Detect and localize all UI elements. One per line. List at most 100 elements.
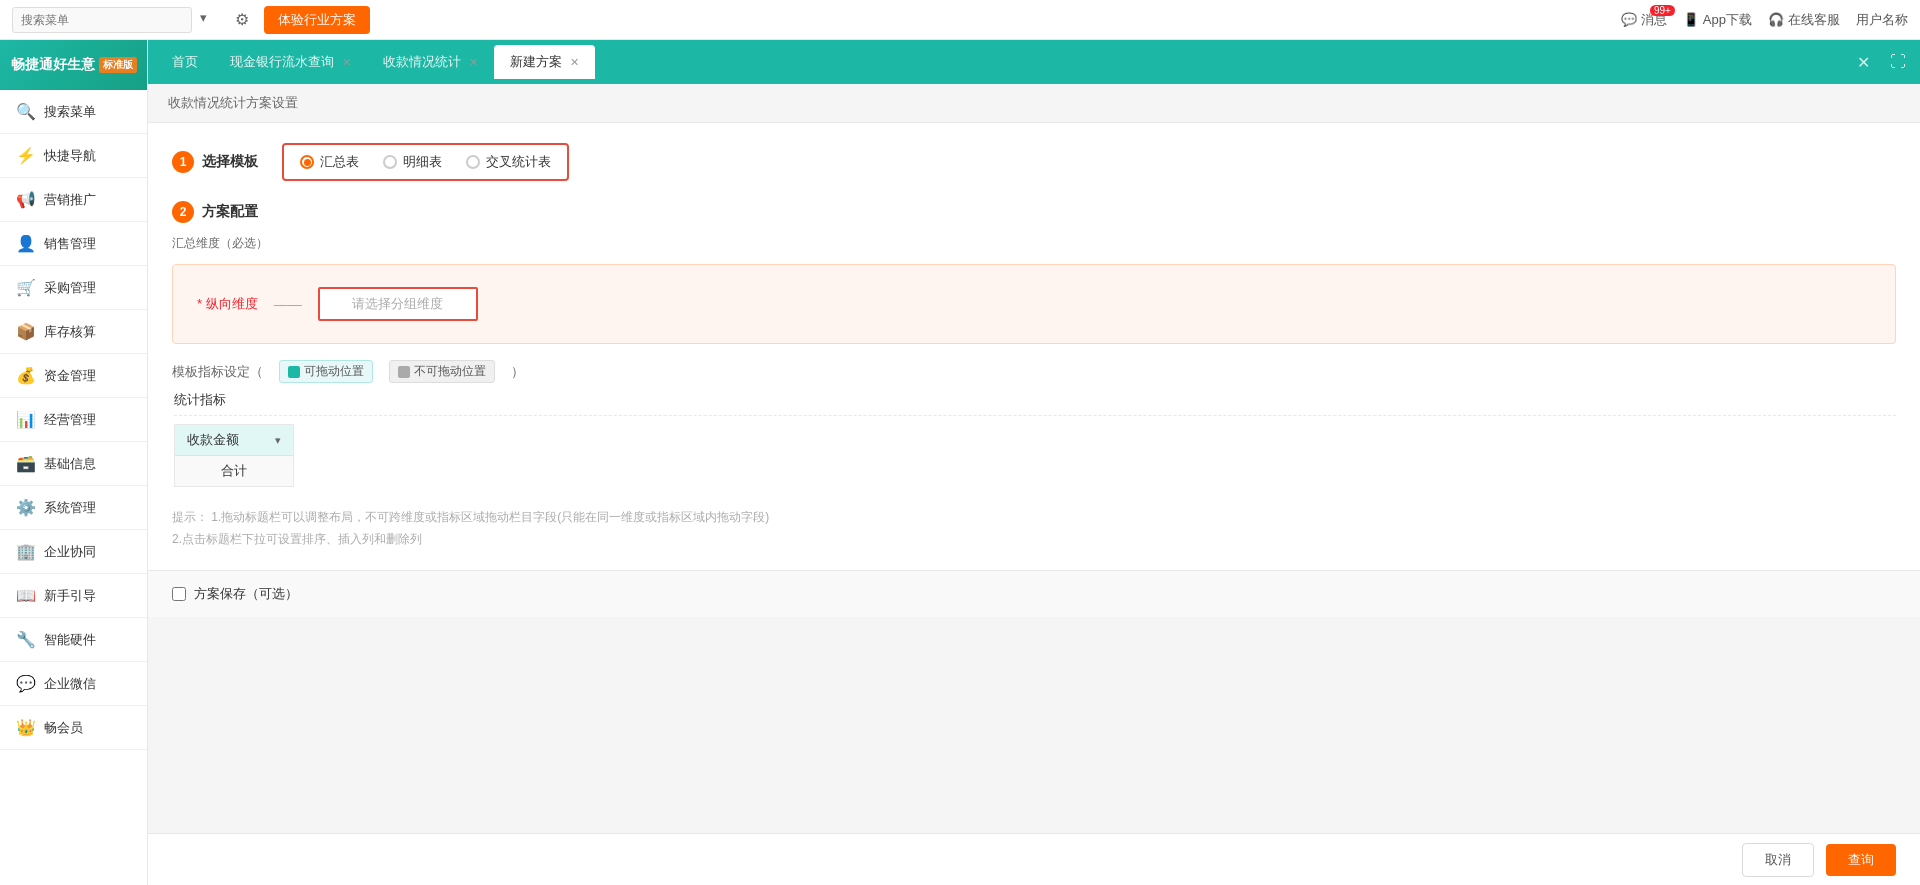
message-icon: 💬 [1621, 12, 1637, 27]
inventory-icon: 📦 [16, 322, 36, 341]
draggable-color-indicator [288, 366, 300, 378]
finance-icon: 💰 [16, 366, 36, 385]
sidebar-item-hardware[interactable]: 🔧 智能硬件 [0, 618, 147, 662]
purchase-icon: 🛒 [16, 278, 36, 297]
tip-1: 提示： 1.拖动标题栏可以调整布局，不可跨维度或指标区域拖动栏目字段(只能在同一… [172, 507, 1896, 529]
arrow-icon: —— [274, 296, 302, 312]
sidebar-item-label: 经营管理 [44, 411, 96, 429]
user-name-item[interactable]: 用户名称 [1856, 11, 1908, 29]
sidebar-item-guide[interactable]: 📖 新手引导 [0, 574, 147, 618]
tab-bank-flow-close[interactable]: ✕ [342, 56, 351, 69]
tab-maximize-button[interactable]: ⛶ [1884, 51, 1912, 74]
sidebar-item-label: 库存核算 [44, 323, 96, 341]
tab-home[interactable]: 首页 [156, 45, 214, 79]
sidebar-item-quick-nav[interactable]: ⚡ 快捷导航 [0, 134, 147, 178]
vertical-dim-label: * 纵向维度 [197, 295, 258, 313]
basic-info-icon: 🗃️ [16, 454, 36, 473]
not-draggable-tag: 不可拖动位置 [389, 360, 495, 383]
dimension-select[interactable]: 请选择分组维度 [318, 287, 478, 321]
notification-item[interactable]: 💬 消息 99+ [1621, 11, 1667, 29]
step1-row: 1 选择模板 汇总表 明细表 [172, 143, 1896, 181]
sidebar-item-marketing[interactable]: 📢 营销推广 [0, 178, 147, 222]
content-inner: 收款情况统计方案设置 1 选择模板 汇总表 [148, 84, 1920, 617]
step2-badge: 2 [172, 201, 194, 223]
hardware-icon: 🔧 [16, 630, 36, 649]
sidebar-item-member[interactable]: 👑 畅会员 [0, 706, 147, 750]
sidebar-item-label: 营销推广 [44, 191, 96, 209]
wechat-icon: 💬 [16, 674, 36, 693]
tab-collection-stats-close[interactable]: ✕ [469, 56, 478, 69]
settings-icon[interactable]: ⚙ [228, 6, 256, 34]
top-bar: ▾ ⚙ 体验行业方案 💬 消息 99+ 📱 App下载 🎧 在线客服 用户名称 [0, 0, 1920, 40]
sidebar-item-purchase[interactable]: 🛒 采购管理 [0, 266, 147, 310]
dimension-label-text: 汇总维度（必选） [172, 236, 268, 250]
main-area: 首页 现金银行流水查询 ✕ 收款情况统计 ✕ 新建方案 ✕ ✕ ⛶ [148, 40, 1920, 885]
sidebar-item-label: 基础信息 [44, 455, 96, 473]
layout: 畅捷通好生意 标准版 🔍 搜索菜单 ⚡ 快捷导航 📢 营销推广 👤 销售管理 🛒… [0, 40, 1920, 885]
tab-bank-flow[interactable]: 现金银行流水查询 ✕ [214, 45, 367, 79]
stats-label: 统计指标 [174, 391, 1896, 416]
radio-cross-circle [466, 155, 480, 169]
not-draggable-color-indicator [398, 366, 410, 378]
draggable-tag: 可拖动位置 [279, 360, 373, 383]
radio-cross-label: 交叉统计表 [486, 153, 551, 171]
sidebar-item-operations[interactable]: 📊 经营管理 [0, 398, 147, 442]
download-item[interactable]: 📱 App下载 [1683, 11, 1752, 29]
not-draggable-label: 不可拖动位置 [414, 363, 486, 380]
user-name: 用户名称 [1856, 11, 1908, 29]
metric-table-header[interactable]: 收款金额 ▾ [175, 425, 293, 456]
metric-settings-label: 模板指标设定（ [172, 363, 263, 381]
query-button[interactable]: 查询 [1826, 844, 1896, 876]
sidebar-item-search[interactable]: 🔍 搜索菜单 [0, 90, 147, 134]
search-input[interactable] [12, 7, 192, 33]
sidebar-item-label: 畅会员 [44, 719, 83, 737]
footer-bar: 取消 查询 [148, 833, 1920, 885]
download-label: App下载 [1703, 11, 1752, 29]
download-icon: 📱 [1683, 12, 1699, 27]
column-header-label: 收款金额 [187, 431, 239, 449]
sidebar-item-basic-info[interactable]: 🗃️ 基础信息 [0, 442, 147, 486]
trial-button[interactable]: 体验行业方案 [264, 6, 370, 34]
tab-home-label: 首页 [172, 53, 198, 71]
dropdown-arrow-icon[interactable]: ▾ [200, 10, 220, 30]
radio-detail-label: 明细表 [403, 153, 442, 171]
logo-text: 畅捷通好生意 [11, 56, 95, 74]
tab-new-plan[interactable]: 新建方案 ✕ [494, 45, 595, 79]
sidebar-item-sales[interactable]: 👤 销售管理 [0, 222, 147, 266]
cancel-button[interactable]: 取消 [1742, 843, 1814, 877]
sidebar-item-wechat[interactable]: 💬 企业微信 [0, 662, 147, 706]
sidebar-item-label: 企业协同 [44, 543, 96, 561]
step2-row: 2 方案配置 [172, 201, 1896, 223]
sidebar-item-enterprise[interactable]: 🏢 企业协同 [0, 530, 147, 574]
tab-new-plan-close[interactable]: ✕ [570, 56, 579, 69]
radio-summary-circle [300, 155, 314, 169]
radio-cross[interactable]: 交叉统计表 [466, 153, 551, 171]
guide-icon: 📖 [16, 586, 36, 605]
sidebar-item-finance[interactable]: 💰 资金管理 [0, 354, 147, 398]
radio-detail[interactable]: 明细表 [383, 153, 442, 171]
metric-table-cell: 合计 [175, 456, 293, 486]
tab-bar: 首页 现金银行流水查询 ✕ 收款情况统计 ✕ 新建方案 ✕ ✕ ⛶ [148, 40, 1920, 84]
tab-close-button[interactable]: ✕ [1851, 51, 1876, 74]
radio-summary[interactable]: 汇总表 [300, 153, 359, 171]
section-card: 1 选择模板 汇总表 明细表 [148, 123, 1920, 570]
sidebar-item-label: 采购管理 [44, 279, 96, 297]
top-bar-right: 💬 消息 99+ 📱 App下载 🎧 在线客服 用户名称 [1621, 11, 1908, 29]
sidebar-item-system[interactable]: ⚙️ 系统管理 [0, 486, 147, 530]
top-bar-left: ▾ ⚙ 体验行业方案 [12, 6, 370, 34]
sidebar-item-label: 搜索菜单 [44, 103, 96, 121]
notification-badge: 99+ [1650, 5, 1675, 16]
service-item[interactable]: 🎧 在线客服 [1768, 11, 1840, 29]
metric-table: 收款金额 ▾ 合计 [174, 424, 294, 487]
system-icon: ⚙️ [16, 498, 36, 517]
enterprise-icon: 🏢 [16, 542, 36, 561]
save-checkbox[interactable] [172, 587, 186, 601]
chevron-down-icon[interactable]: ▾ [275, 434, 281, 447]
edition-badge: 标准版 [99, 57, 137, 73]
dimension-area: * 纵向维度 —— 请选择分组维度 [172, 264, 1896, 344]
metric-section-close: ） [511, 363, 524, 381]
radio-summary-label: 汇总表 [320, 153, 359, 171]
step1-badge: 1 [172, 151, 194, 173]
sidebar-item-inventory[interactable]: 📦 库存核算 [0, 310, 147, 354]
tab-collection-stats[interactable]: 收款情况统计 ✕ [367, 45, 494, 79]
